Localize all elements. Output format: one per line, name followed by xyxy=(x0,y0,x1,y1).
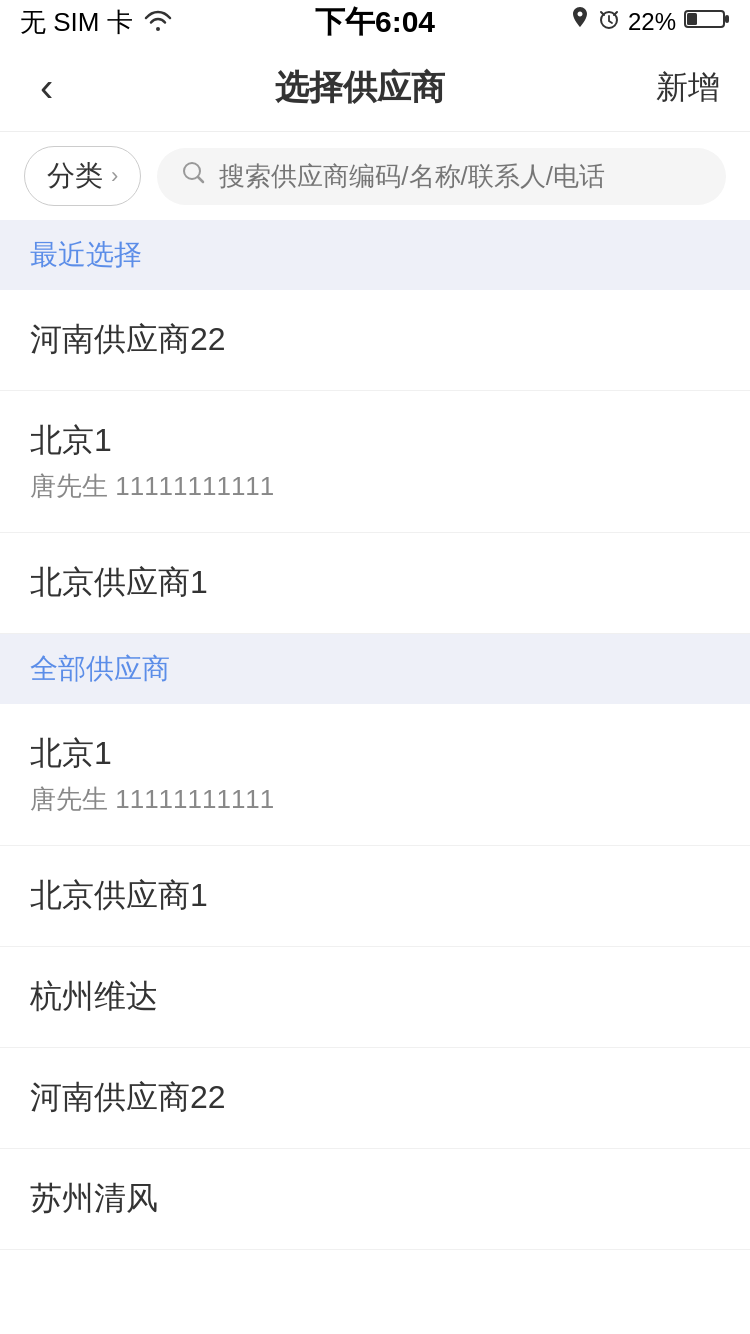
section-title-all: 全部供应商 xyxy=(30,653,170,684)
add-button[interactable]: 新增 xyxy=(656,66,720,110)
supplier-name: 河南供应商22 xyxy=(30,1076,720,1120)
supplier-contact: 唐先生 11111111111 xyxy=(30,782,720,817)
list-item[interactable]: 北京供应商1 xyxy=(0,846,750,947)
chevron-right-icon: › xyxy=(111,163,118,189)
status-bar: 无 SIM 卡 下午6:04 22% xyxy=(0,0,750,44)
page-title: 选择供应商 xyxy=(275,65,445,111)
supplier-name: 杭州维达 xyxy=(30,975,720,1019)
status-right: 22% xyxy=(570,7,730,37)
wifi-icon xyxy=(143,7,173,38)
category-label: 分类 xyxy=(47,157,103,195)
alarm-icon xyxy=(598,8,620,36)
list-item[interactable]: 北京1 唐先生 11111111111 xyxy=(0,391,750,533)
status-carrier: 无 SIM 卡 xyxy=(20,5,173,40)
supplier-name: 北京供应商1 xyxy=(30,561,720,605)
location-icon xyxy=(570,7,590,37)
category-button[interactable]: 分类 › xyxy=(24,146,141,206)
suppliers-list: 最近选择河南供应商22 北京1 唐先生 11111111111 北京供应商1 全部供应商… xyxy=(0,220,750,1250)
battery-icon xyxy=(684,8,730,36)
supplier-name: 北京供应商1 xyxy=(30,874,720,918)
carrier-text: 无 SIM 卡 xyxy=(20,5,133,40)
supplier-contact: 唐先生 11111111111 xyxy=(30,469,720,504)
svg-rect-2 xyxy=(725,15,729,23)
nav-bar: ‹ 选择供应商 新增 xyxy=(0,44,750,132)
svg-rect-3 xyxy=(687,13,697,25)
status-time: 下午6:04 xyxy=(315,2,435,43)
list-item[interactable]: 杭州维达 xyxy=(0,947,750,1048)
search-box xyxy=(157,148,726,205)
search-icon xyxy=(181,160,207,193)
list-item[interactable]: 河南供应商22 xyxy=(0,1048,750,1149)
search-input[interactable] xyxy=(219,161,702,192)
supplier-name: 北京1 xyxy=(30,732,720,776)
supplier-name: 苏州清风 xyxy=(30,1177,720,1221)
supplier-name: 河南供应商22 xyxy=(30,318,720,362)
section-title-recent: 最近选择 xyxy=(30,239,142,270)
supplier-name: 北京1 xyxy=(30,419,720,463)
back-button[interactable]: ‹ xyxy=(30,55,63,120)
battery-text: 22% xyxy=(628,8,676,36)
list-item[interactable]: 北京供应商1 xyxy=(0,533,750,634)
list-item[interactable]: 苏州清风 xyxy=(0,1149,750,1250)
section-header-all: 全部供应商 xyxy=(0,634,750,704)
list-item[interactable]: 北京1 唐先生 11111111111 xyxy=(0,704,750,846)
filter-bar: 分类 › xyxy=(0,132,750,220)
list-item[interactable]: 河南供应商22 xyxy=(0,290,750,391)
section-header-recent: 最近选择 xyxy=(0,220,750,290)
